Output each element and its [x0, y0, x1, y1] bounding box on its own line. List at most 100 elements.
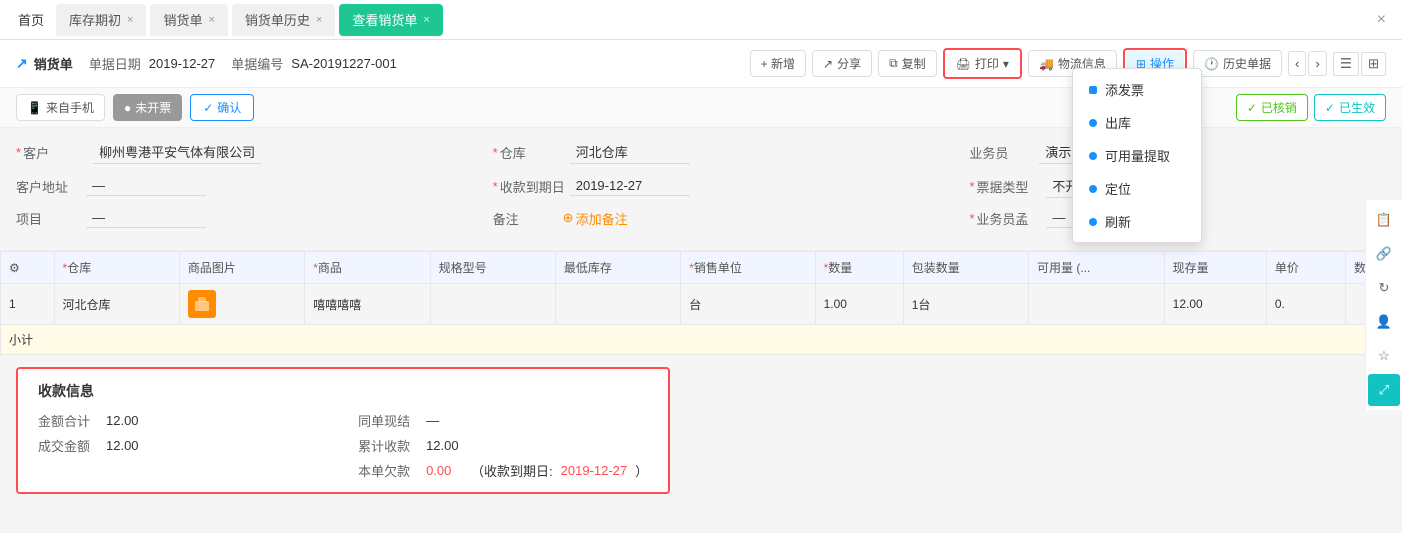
doc-type-icon: ↗ [16, 55, 28, 72]
logistics-icon: 🚚 [1039, 57, 1054, 71]
copy-button[interactable]: ⧉ 复制 [878, 50, 937, 77]
right-link-button[interactable]: 🔗 [1368, 238, 1400, 270]
col-quantity: *数量 [815, 252, 903, 284]
right-expand-icon: ⤢ [1379, 382, 1389, 398]
product-image [188, 290, 216, 318]
row-warehouse-cell: 河北仓库 [54, 284, 179, 325]
add-note-button[interactable]: ⊕ 添加备注 [563, 209, 628, 228]
row-quantity-cell: 1.00 [815, 284, 903, 325]
history-button[interactable]: 🕐 历史单据 [1193, 50, 1282, 77]
payment-date-field: * 收款到期日 2019-12-27 [493, 176, 910, 196]
close-tab-check[interactable]: × [423, 14, 429, 26]
grid-view-button[interactable]: ⊞ [1361, 52, 1386, 76]
outbound-icon [1089, 119, 1097, 127]
list-view-button[interactable]: ☰ [1333, 52, 1359, 76]
dropdown-locate[interactable]: 定位 [1073, 172, 1201, 205]
payment-title: 收款信息 [38, 381, 648, 401]
confirm-button[interactable]: ✓ 确认 [190, 94, 254, 121]
new-button[interactable]: + 新增 [750, 50, 806, 77]
view-toggle: ☰ ⊞ [1333, 52, 1386, 76]
copy-icon: ⧉ [889, 56, 898, 71]
pick-icon [1089, 152, 1097, 160]
col-min-stock: 最低库存 [555, 252, 680, 284]
address-field: 客户地址 — [16, 176, 433, 196]
add-icon: ⊕ [563, 210, 574, 226]
payment-box: 收款信息 金额合计 12.00 同单现结 — 成交金额 12.00 累计收款 1… [16, 367, 670, 494]
right-icons-panel: 📋 🔗 ↻ 👤 ☆ ⤢ [1365, 200, 1402, 410]
row-spec-cell [430, 284, 555, 325]
bottom-info: 收款信息 金额合计 12.00 同单现结 — 成交金额 12.00 累计收款 1… [0, 355, 1402, 506]
right-edit-icon: 📋 [1376, 212, 1392, 228]
operations-dropdown-menu: 添发票 出库 可用量提取 定位 刷新 [1072, 68, 1202, 243]
col-spec: 规格型号 [430, 252, 555, 284]
tab-check-sales[interactable]: 查看销货单 × [339, 4, 442, 36]
col-available: 可用量 (... [1029, 252, 1165, 284]
print-highlight: 🖨 打印 ▾ [943, 48, 1022, 79]
right-refresh-button[interactable]: ↻ [1368, 272, 1400, 304]
right-user-icon: 👤 [1376, 314, 1392, 330]
nav-arrows: ‹ › [1288, 51, 1327, 76]
row-unit-cell: 台 [681, 284, 815, 325]
row-available-cell [1029, 284, 1165, 325]
customer-field: * 客户 柳州粤港平安气体有限公司 [16, 140, 433, 164]
row-min-stock-cell [555, 284, 680, 325]
col-warehouse: *仓库 [54, 252, 179, 284]
col-settings: ⚙ [1, 252, 55, 284]
phone-icon: 📱 [27, 101, 42, 115]
ticket-icon: ● [124, 101, 131, 115]
table-row: 1 河北仓库 嘻嘻嘻嘻 台 1.00 1台 12.00 [1, 284, 1402, 325]
doc-number-meta: 单据编号 SA-20191227-001 [231, 54, 397, 73]
not-open-button[interactable]: ● 未开票 [113, 94, 182, 121]
add-invoice-icon [1089, 86, 1097, 94]
dropdown-refresh[interactable]: 刷新 [1073, 205, 1201, 238]
doc-date-meta: 单据日期 2019-12-27 [89, 54, 216, 73]
row-product-cell: 嘻嘻嘻嘻 [305, 284, 430, 325]
dropdown-available-pick[interactable]: 可用量提取 [1073, 139, 1201, 172]
payment-grid: 金额合计 12.00 同单现结 — 成交金额 12.00 累计收款 12.00 … [38, 411, 648, 480]
window-close-button[interactable]: × [1369, 11, 1394, 29]
right-expand-button[interactable]: ⤢ [1368, 374, 1400, 406]
confirm-icon: ✓ [203, 101, 213, 115]
active-status-button[interactable]: ✓ 已生效 [1314, 94, 1386, 121]
print-icon: 🖨 [956, 57, 971, 71]
settings-icon[interactable]: ⚙ [9, 261, 20, 275]
close-tab-inventory[interactable]: × [127, 14, 133, 26]
same-order-row: 同单现结 — [358, 411, 648, 430]
from-phone-button[interactable]: 📱 来自手机 [16, 94, 105, 121]
row-num-cell: 1 [1, 284, 55, 325]
right-link-icon: 🔗 [1376, 246, 1392, 262]
active-icon: ✓ [1325, 101, 1335, 115]
share-icon: ↗ [823, 57, 833, 71]
subtotal-row: 小计 [1, 325, 1402, 355]
tab-sales-order[interactable]: 销货单 × [150, 4, 227, 36]
right-user-button[interactable]: 👤 [1368, 306, 1400, 338]
refresh-icon [1089, 218, 1097, 226]
tab-inventory-init[interactable]: 库存期初 × [56, 4, 146, 36]
tab-home[interactable]: 首页 [8, 4, 54, 35]
dropdown-add-invoice[interactable]: 添发票 [1073, 73, 1201, 106]
col-unit-price: 单价 [1266, 252, 1345, 284]
row-pack-qty-cell: 1台 [903, 284, 1028, 325]
col-unit: *销售单位 [681, 252, 815, 284]
close-tab-history[interactable]: × [316, 14, 322, 26]
print-button[interactable]: 🖨 打印 ▾ [946, 51, 1019, 76]
right-edit-button[interactable]: 📋 [1368, 204, 1400, 236]
cumulative-row: 累计收款 12.00 [358, 436, 648, 455]
note-field: 备注 ⊕ 添加备注 [493, 209, 910, 228]
dropdown-outbound[interactable]: 出库 [1073, 106, 1201, 139]
row-unit-price-cell: 0. [1266, 284, 1345, 325]
doc-type-title: ↗ 销货单 [16, 54, 73, 73]
next-button[interactable]: › [1308, 51, 1326, 76]
this-order-row: 本单欠款 0.00 （收款到期日: 2019-12-27 ） [358, 461, 648, 480]
tab-bar: 首页 库存期初 × 销货单 × 销货单历史 × 查看销货单 × × [0, 0, 1402, 40]
share-button[interactable]: ↗ 分享 [812, 50, 872, 77]
row-current-stock-cell: 12.00 [1164, 284, 1266, 325]
cancelled-status-button[interactable]: ✓ 已核销 [1236, 94, 1308, 121]
col-pack-qty: 包装数量 [903, 252, 1028, 284]
tab-sales-history[interactable]: 销货单历史 × [232, 4, 335, 36]
print-dropdown-arrow: ▾ [1003, 57, 1009, 71]
right-star-button[interactable]: ☆ [1368, 340, 1400, 372]
right-refresh-icon: ↻ [1379, 280, 1390, 296]
close-tab-sales[interactable]: × [208, 14, 214, 26]
prev-button[interactable]: ‹ [1288, 51, 1306, 76]
